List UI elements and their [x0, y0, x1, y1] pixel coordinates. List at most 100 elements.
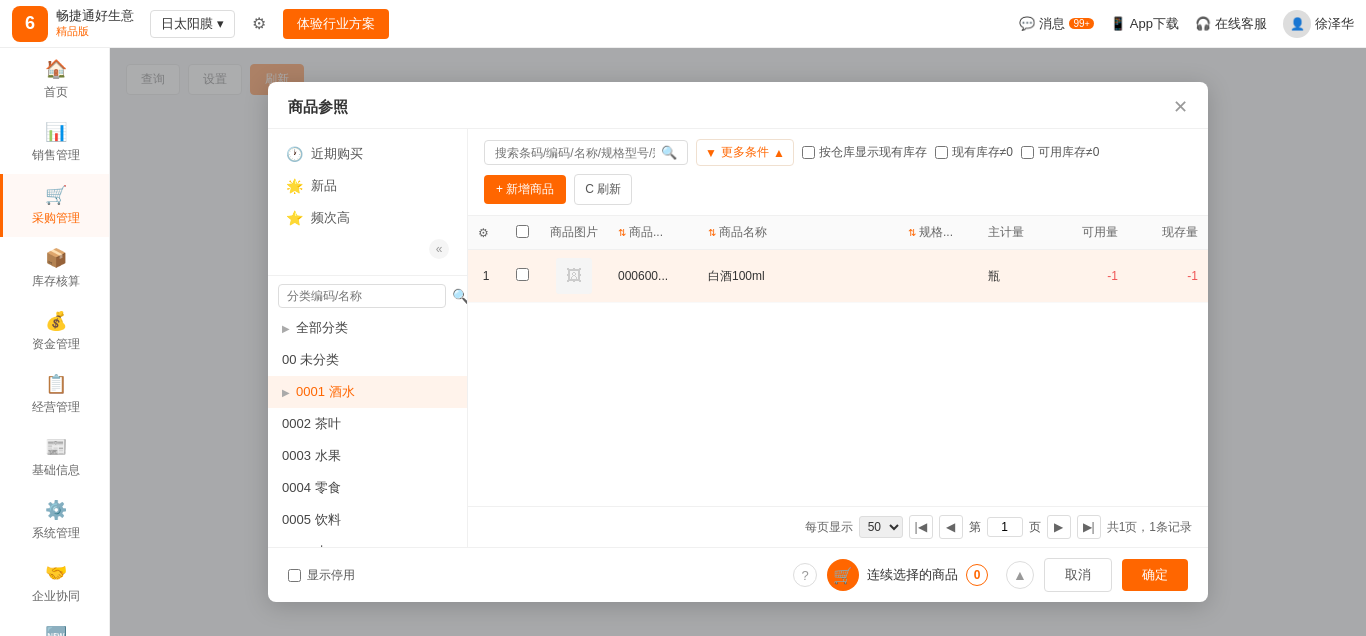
table-body: 1 🖼 — [468, 250, 1208, 303]
show-disabled-input[interactable] — [288, 569, 301, 582]
brand-selector[interactable]: 日太阳膜 ▾ — [150, 10, 235, 38]
tab-new-products[interactable]: 🌟 新品 — [276, 171, 459, 201]
category-tea[interactable]: 0002 茶叶 — [268, 408, 467, 440]
category-search-input[interactable] — [278, 284, 446, 308]
sidebar-item-enterprise[interactable]: 🤝 企业协同 — [0, 552, 109, 615]
collapse-left-btn[interactable]: « — [429, 239, 449, 259]
confirm-btn[interactable]: 确定 — [1122, 559, 1188, 591]
refresh-btn[interactable]: C 刷新 — [574, 174, 632, 205]
chevron-up-icon: ▲ — [773, 146, 785, 160]
checkbox-available-nonzero[interactable]: 可用库存≠0 — [1021, 144, 1099, 161]
page-input[interactable] — [987, 517, 1023, 537]
last-page-btn[interactable]: ▶| — [1077, 515, 1101, 539]
product-table: ⚙ 商品图片 — [468, 216, 1208, 303]
logo-icon: 6 — [12, 6, 48, 42]
sidebar-item-home[interactable]: 🏠 首页 — [0, 48, 109, 111]
cell-img: 🖼 — [540, 250, 608, 303]
per-page-select[interactable]: 50 — [859, 516, 903, 538]
app-download-label: App下载 — [1130, 15, 1179, 33]
next-page-btn[interactable]: ▶ — [1047, 515, 1071, 539]
per-page-label: 每页显示 — [805, 519, 853, 536]
sidebar-item-guide[interactable]: 🆕 新手引导 — [0, 615, 109, 636]
filter-icon: ▼ — [705, 146, 717, 160]
cell-stock: -1 — [1128, 250, 1208, 303]
prev-page-btn[interactable]: ◀ — [939, 515, 963, 539]
cell-avail: -1 — [1048, 250, 1128, 303]
home-icon: 🏠 — [45, 58, 67, 80]
row-checkbox[interactable] — [516, 268, 529, 281]
headset-icon: 🎧 — [1195, 16, 1211, 31]
th-unit: 主计量 — [978, 216, 1048, 250]
modal-footer: 显示停用 ? 🛒 连续选择的商品 0 ▲ 取消 确定 — [268, 547, 1208, 602]
th-stock: 现存量 — [1128, 216, 1208, 250]
cell-name: 白酒100ml — [698, 250, 898, 303]
main-layout: 🏠 首页 📊 销售管理 🛒 采购管理 📦 库存核算 💰 资金管理 📋 经营管理 … — [0, 48, 1366, 636]
settings-col-icon[interactable]: ⚙ — [478, 226, 489, 240]
modal-title: 商品参照 — [288, 98, 348, 117]
arrow-wine-icon: ▶ — [282, 387, 290, 398]
checkbox-warehouse-input[interactable] — [802, 146, 815, 159]
modal-close-btn[interactable]: ✕ — [1173, 96, 1188, 118]
cart-count: 0 — [966, 564, 988, 586]
cancel-btn[interactable]: 取消 — [1044, 558, 1112, 592]
logo-text: 畅捷通好生意 精品版 — [56, 8, 134, 40]
checkbox-available-input[interactable] — [1021, 146, 1034, 159]
checkbox-stock-nonzero[interactable]: 现有库存≠0 — [935, 144, 1013, 161]
image-icon: 🖼 — [566, 267, 582, 285]
checkbox-stock-input[interactable] — [935, 146, 948, 159]
product-search-input[interactable] — [495, 146, 655, 160]
help-icon[interactable]: ? — [793, 563, 817, 587]
settings-icon[interactable]: ⚙ — [243, 8, 275, 40]
product-search-box: 🔍 — [484, 140, 688, 165]
filter-btn[interactable]: ▼ 更多条件 ▲ — [696, 139, 794, 166]
category-beverage[interactable]: 0005 饮料 — [268, 504, 467, 536]
first-page-btn[interactable]: |◀ — [909, 515, 933, 539]
tab-frequent[interactable]: ⭐ 频次高 — [276, 203, 459, 233]
logo: 6 畅捷通好生意 精品版 — [12, 6, 134, 42]
category-search-row: 🔍 — [268, 280, 467, 312]
cell-check[interactable] — [504, 250, 540, 303]
sidebar-item-purchase[interactable]: 🛒 采购管理 — [0, 174, 109, 237]
basic-info-icon: 📰 — [45, 436, 67, 458]
show-disabled-checkbox[interactable]: 显示停用 — [288, 567, 355, 584]
checkbox-stock-by-warehouse[interactable]: 按仓库显示现有库存 — [802, 144, 927, 161]
user-profile[interactable]: 👤 徐泽华 — [1283, 10, 1354, 38]
sidebar-item-inventory[interactable]: 📦 库存核算 — [0, 237, 109, 300]
collapse-cart-btn[interactable]: ▲ — [1006, 561, 1034, 589]
category-wine[interactable]: ▶ 0001 酒水 — [268, 376, 467, 408]
modal-body: 🕐 近期购买 🌟 新品 ⭐ 频次高 — [268, 129, 1208, 547]
messages-badge: 99+ — [1069, 18, 1093, 29]
category-snack[interactable]: 0004 零食 — [268, 472, 467, 504]
sidebar-item-basic-info[interactable]: 📰 基础信息 — [0, 426, 109, 489]
th-spec[interactable]: ⇅ 规格... — [898, 216, 978, 250]
th-name[interactable]: ⇅ 商品名称 — [698, 216, 898, 250]
category-search-icon[interactable]: 🔍 — [452, 288, 468, 304]
sidebar-item-operations[interactable]: 📋 经营管理 — [0, 363, 109, 426]
category-all[interactable]: ▶ 全部分类 — [268, 312, 467, 344]
app-download-btn[interactable]: 📱 App下载 — [1110, 15, 1179, 33]
sidebar-item-system[interactable]: ⚙️ 系统管理 — [0, 489, 109, 552]
username-label: 徐泽华 — [1315, 15, 1354, 33]
th-check — [504, 216, 540, 250]
experience-btn[interactable]: 体验行业方案 — [283, 9, 389, 39]
toolbar: 🔍 ▼ 更多条件 ▲ 按仓库显示现有库存 — [468, 129, 1208, 216]
tab-recent-purchase[interactable]: 🕐 近期购买 — [276, 139, 459, 169]
th-code[interactable]: ⇅ 商品... — [608, 216, 698, 250]
messages-btn[interactable]: 💬 消息 99+ — [1019, 15, 1093, 33]
table-row[interactable]: 1 🖼 — [468, 250, 1208, 303]
clock-icon: 🕐 — [286, 146, 303, 162]
online-service-btn[interactable]: 🎧 在线客服 — [1195, 15, 1267, 33]
select-all-checkbox[interactable] — [516, 225, 529, 238]
category-water[interactable]: 0008 水 — [268, 536, 467, 547]
modal-header: 商品参照 ✕ — [268, 82, 1208, 129]
product-thumbnail: 🖼 — [556, 258, 592, 294]
category-list: ▶ 全部分类 00 未分类 ▶ 0001 酒水 0002 茶 — [268, 312, 467, 547]
search-icon[interactable]: 🔍 — [661, 145, 677, 160]
category-uncategorized[interactable]: 00 未分类 — [268, 344, 467, 376]
top-nav: 6 畅捷通好生意 精品版 日太阳膜 ▾ ⚙ 体验行业方案 💬 消息 99+ 📱 … — [0, 0, 1366, 48]
arrow-icon: ▶ — [282, 323, 290, 334]
category-fruit[interactable]: 0003 水果 — [268, 440, 467, 472]
add-product-btn[interactable]: + 新增商品 — [484, 175, 566, 204]
sidebar-item-sales[interactable]: 📊 销售管理 — [0, 111, 109, 174]
sidebar-item-finance[interactable]: 💰 资金管理 — [0, 300, 109, 363]
